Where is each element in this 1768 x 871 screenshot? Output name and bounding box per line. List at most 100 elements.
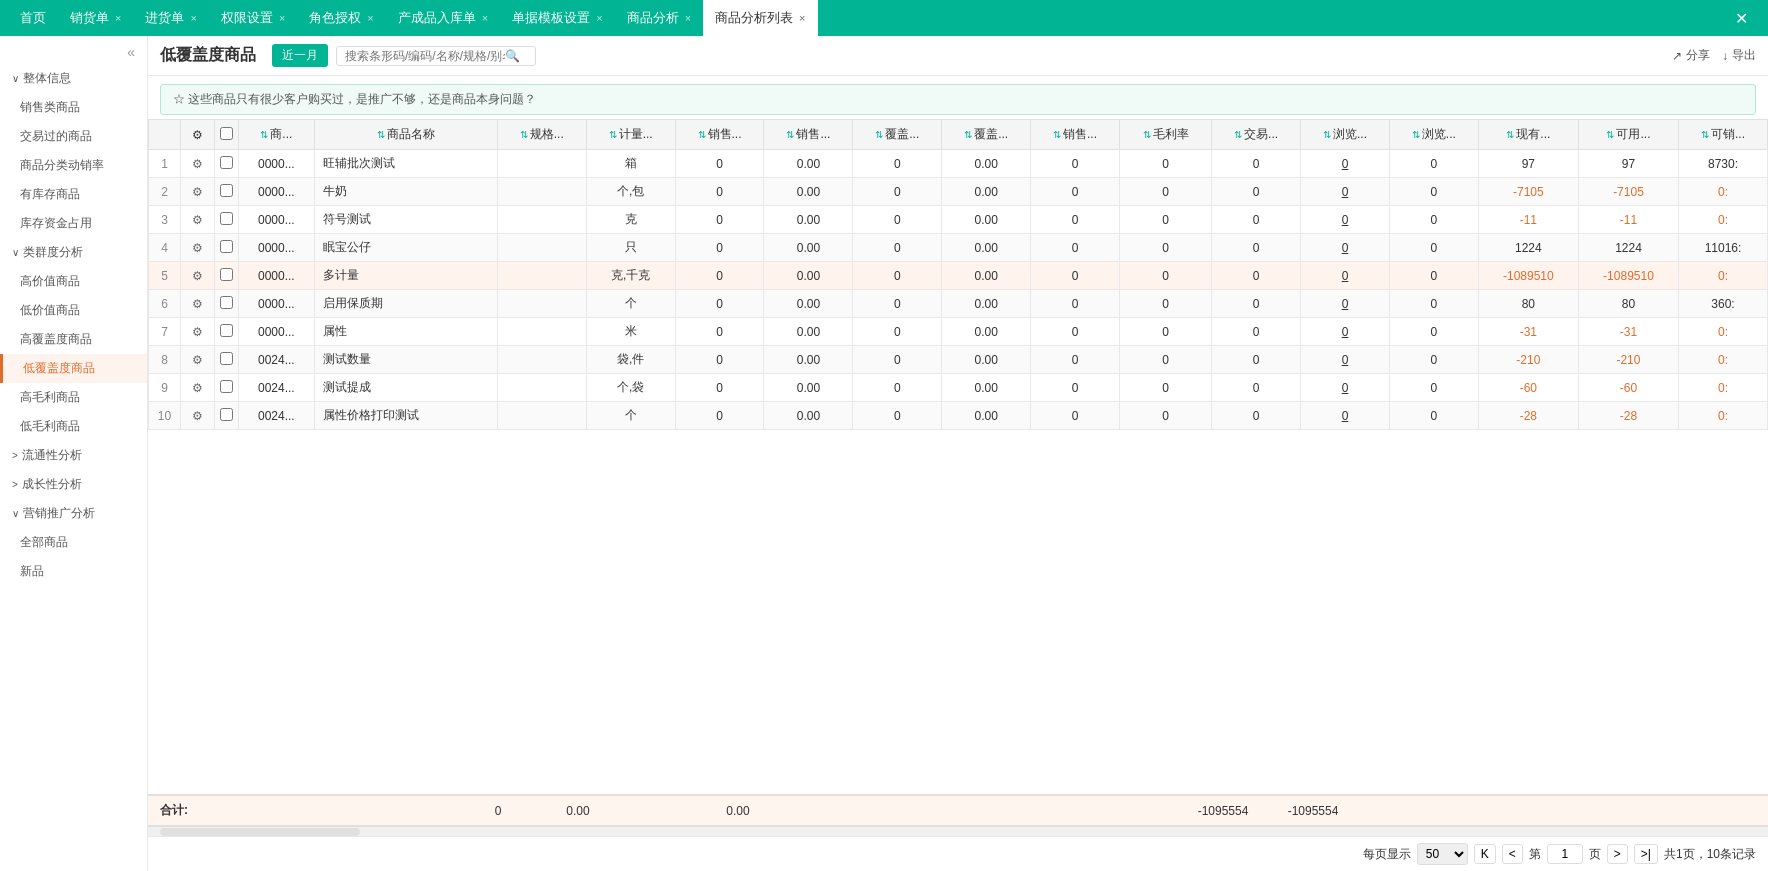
spec-col-header[interactable]: ⇅规格... [497, 120, 586, 150]
settings-cell[interactable]: ⚙ [181, 206, 215, 234]
time-filter-button[interactable]: 近一月 [272, 44, 328, 67]
row-checkbox[interactable] [220, 296, 233, 309]
close-icon[interactable]: × [279, 12, 285, 24]
last-page-button[interactable]: >| [1634, 844, 1658, 864]
select-all-checkbox[interactable] [220, 127, 233, 140]
export-button[interactable]: ↓ 导出 [1722, 47, 1756, 64]
settings-cell[interactable]: ⚙ [181, 402, 215, 430]
nav-item-product-analysis[interactable]: 商品分析 × [615, 0, 703, 36]
browse1-cell[interactable]: 0 [1301, 234, 1390, 262]
settings-col-header[interactable]: ⚙ [181, 120, 215, 150]
stock-col-header[interactable]: ⇅现有... [1478, 120, 1578, 150]
sales-amt-col-header[interactable]: ⇅销售... [764, 120, 853, 150]
checkbox-cell[interactable] [214, 150, 238, 178]
checkbox-col-header[interactable] [214, 120, 238, 150]
close-icon[interactable]: × [115, 12, 121, 24]
close-icon[interactable]: × [482, 12, 488, 24]
sidebar-item-low-coverage[interactable]: 低覆盖度商品 [0, 354, 147, 383]
row-checkbox[interactable] [220, 156, 233, 169]
sidebar-collapse-button[interactable]: « [127, 44, 135, 60]
nav-item-roles[interactable]: 角色授权 × [297, 0, 385, 36]
settings-cell[interactable]: ⚙ [181, 290, 215, 318]
row-checkbox[interactable] [220, 408, 233, 421]
close-icon[interactable]: × [190, 12, 196, 24]
browse1-cell[interactable]: 0 [1301, 150, 1390, 178]
checkbox-cell[interactable] [214, 206, 238, 234]
available-col-header[interactable]: ⇅可用... [1578, 120, 1678, 150]
sidebar-item-high-value[interactable]: 高价值商品 [0, 267, 147, 296]
checkbox-cell[interactable] [214, 402, 238, 430]
close-icon[interactable]: × [799, 12, 805, 24]
browse1-cell[interactable]: 0 [1301, 206, 1390, 234]
nav-item-home[interactable]: 首页 [8, 0, 58, 36]
browse1-cell[interactable]: 0 [1301, 178, 1390, 206]
sellable-col-header[interactable]: ⇅可销... [1679, 120, 1768, 150]
row-checkbox[interactable] [220, 352, 233, 365]
browse1-cell[interactable]: 0 [1301, 262, 1390, 290]
row-checkbox[interactable] [220, 268, 233, 281]
first-page-button[interactable]: K [1474, 844, 1496, 864]
sidebar-item-inventory-capital[interactable]: 库存资金占用 [0, 209, 147, 238]
browse1-cell[interactable]: 0 [1301, 318, 1390, 346]
nav-item-template[interactable]: 单据模板设置 × [500, 0, 614, 36]
nav-item-product-entry[interactable]: 产成品入库单 × [386, 0, 500, 36]
unit-col-header[interactable]: ⇅计量... [586, 120, 675, 150]
nav-item-sales[interactable]: 销货单 × [58, 0, 133, 36]
close-icon[interactable]: × [596, 12, 602, 24]
name-col-header[interactable]: ⇅商品名称 [315, 120, 498, 150]
sidebar-item-low-margin[interactable]: 低毛利商品 [0, 412, 147, 441]
window-close-button[interactable]: ✕ [1723, 9, 1760, 28]
sidebar-item-high-margin[interactable]: 高毛利商品 [0, 383, 147, 412]
close-icon[interactable]: × [367, 12, 373, 24]
settings-cell[interactable]: ⚙ [181, 178, 215, 206]
browse1-cell[interactable]: 0 [1301, 290, 1390, 318]
row-checkbox[interactable] [220, 324, 233, 337]
code-col-header[interactable]: ⇅商... [238, 120, 315, 150]
settings-cell[interactable]: ⚙ [181, 262, 215, 290]
sidebar-item-new-goods[interactable]: 新品 [0, 557, 147, 586]
sidebar-item-traded-goods[interactable]: 交易过的商品 [0, 122, 147, 151]
sidebar-section-growth[interactable]: > 成长性分析 [0, 470, 147, 499]
row-checkbox[interactable] [220, 184, 233, 197]
page-number-input[interactable] [1547, 844, 1583, 864]
sidebar-section-cluster[interactable]: ∨ 类群度分析 [0, 238, 147, 267]
checkbox-cell[interactable] [214, 262, 238, 290]
checkbox-cell[interactable] [214, 234, 238, 262]
browse1-cell[interactable]: 0 [1301, 346, 1390, 374]
prev-page-button[interactable]: < [1502, 844, 1523, 864]
nav-item-purchase[interactable]: 进货单 × [133, 0, 208, 36]
sidebar-section-liquidity[interactable]: > 流通性分析 [0, 441, 147, 470]
sidebar-item-stocked-goods[interactable]: 有库存商品 [0, 180, 147, 209]
browse2-col-header[interactable]: ⇅浏览... [1389, 120, 1478, 150]
nav-item-permissions[interactable]: 权限设置 × [209, 0, 297, 36]
trade-col-header[interactable]: ⇅交易... [1212, 120, 1301, 150]
next-page-button[interactable]: > [1607, 844, 1628, 864]
sidebar-section-overall[interactable]: ∨ 整体信息 [0, 64, 147, 93]
sidebar-item-sales-goods[interactable]: 销售类商品 [0, 93, 147, 122]
settings-cell[interactable]: ⚙ [181, 374, 215, 402]
browse1-cell[interactable]: 0 [1301, 402, 1390, 430]
sidebar-item-all-goods[interactable]: 全部商品 [0, 528, 147, 557]
checkbox-cell[interactable] [214, 318, 238, 346]
checkbox-cell[interactable] [214, 346, 238, 374]
page-size-select[interactable]: 50 100 200 [1417, 843, 1468, 865]
sidebar-item-category-rate[interactable]: 商品分类动销率 [0, 151, 147, 180]
sidebar-item-high-coverage[interactable]: 高覆盖度商品 [0, 325, 147, 354]
table-container[interactable]: ⚙ ⇅商... ⇅商品名称 ⇅规格... ⇅计量... ⇅销售... ⇅销售..… [148, 119, 1768, 794]
gross-col-header[interactable]: ⇅毛利率 [1119, 120, 1211, 150]
browse1-cell[interactable]: 0 [1301, 374, 1390, 402]
settings-cell[interactable]: ⚙ [181, 234, 215, 262]
settings-cell[interactable]: ⚙ [181, 318, 215, 346]
sidebar-section-marketing[interactable]: ∨ 营销推广分析 [0, 499, 147, 528]
sales3-col-header[interactable]: ⇅销售... [1031, 120, 1120, 150]
row-checkbox[interactable] [220, 380, 233, 393]
checkbox-cell[interactable] [214, 374, 238, 402]
row-checkbox[interactable] [220, 240, 233, 253]
sidebar-item-low-value[interactable]: 低价值商品 [0, 296, 147, 325]
browse1-col-header[interactable]: ⇅浏览... [1301, 120, 1390, 150]
share-button[interactable]: ↗ 分享 [1672, 47, 1710, 64]
close-icon[interactable]: × [685, 12, 691, 24]
checkbox-cell[interactable] [214, 290, 238, 318]
search-input[interactable] [345, 49, 505, 63]
nav-item-product-analysis-list[interactable]: 商品分析列表 × [703, 0, 817, 36]
